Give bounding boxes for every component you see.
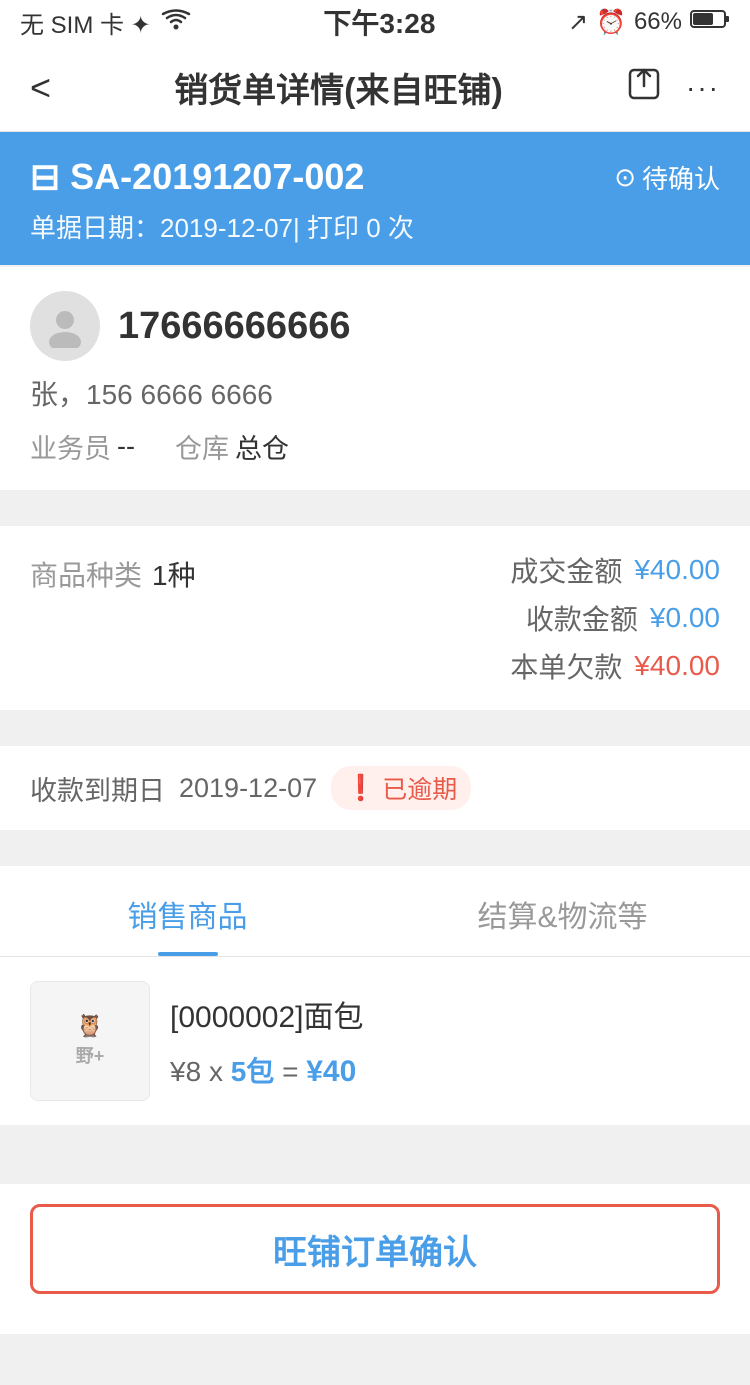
divider-3 xyxy=(0,830,750,848)
deal-amount-row: 成交金额 ¥40.00 xyxy=(510,550,720,590)
salesperson-label: 业务员 xyxy=(30,427,111,466)
status-bar: 无 SIM 卡 ✦ 下午3:28 ↗ ⏰ 66% xyxy=(0,0,750,44)
balance-label: 本单欠款 xyxy=(510,646,622,686)
nav-right: ··· xyxy=(626,66,720,109)
type-label: 商品种类 xyxy=(30,554,142,594)
product-type-field: 商品种类 1种 xyxy=(30,550,196,594)
equals-sign: = xyxy=(282,1056,306,1087)
product-item: 🦉 野+ [0000002]面包 ¥8 x 5包 = ¥40 xyxy=(0,957,750,1125)
quantity: 5包 xyxy=(231,1056,275,1087)
more-button[interactable]: ··· xyxy=(686,72,720,104)
thumb-text: 野+ xyxy=(76,1046,105,1066)
product-info: [0000002]面包 ¥8 x 5包 = ¥40 xyxy=(170,992,720,1090)
time-display: 下午3:28 xyxy=(323,2,435,42)
payment-amount-row: 收款金额 ¥0.00 xyxy=(526,598,720,638)
overdue-icon: ❗ xyxy=(345,774,376,803)
back-button[interactable]: < xyxy=(30,67,51,109)
product-price-row: ¥8 x 5包 = ¥40 xyxy=(170,1050,720,1090)
summary-section: 商品种类 1种 成交金额 ¥40.00 收款金额 ¥0.00 本单欠款 ¥40.… xyxy=(0,526,750,710)
overdue-badge: ❗ 已逾期 xyxy=(331,766,471,810)
thumb-icon: 🦉 xyxy=(76,1013,103,1038)
total-price: ¥40 xyxy=(306,1055,356,1088)
status-left: 无 SIM 卡 ✦ xyxy=(20,5,191,40)
battery-icon xyxy=(690,8,730,37)
multiply-icon: x xyxy=(209,1056,231,1087)
product-name: [0000002]面包 xyxy=(170,992,720,1036)
location-icon: ↗ xyxy=(568,8,588,37)
customer-row: 17666666666 xyxy=(30,291,720,361)
due-section: 收款到期日 2019-12-07 ❗ 已逾期 xyxy=(0,746,750,830)
warehouse-field: 仓库 总仓 xyxy=(175,427,289,466)
tabs-header: 销售商品 结算&物流等 xyxy=(0,866,750,957)
order-banner: ⊟ SA-20191207-002 ⊙ 待确认 单据日期：2019-12-07|… xyxy=(0,132,750,265)
bottom-bar: 旺铺订单确认 xyxy=(0,1184,750,1334)
nav-left: < xyxy=(30,67,51,109)
type-value: 1种 xyxy=(152,554,196,594)
status-right: ↗ ⏰ 66% xyxy=(568,8,730,37)
due-label: 收款到期日 xyxy=(30,769,165,808)
product-thumbnail: 🦉 野+ xyxy=(30,981,150,1101)
tab-sales-products[interactable]: 销售商品 xyxy=(0,866,375,956)
payment-value: ¥0.00 xyxy=(650,602,720,634)
no-sim-label: 无 SIM 卡 ✦ xyxy=(20,5,151,40)
alarm-icon: ⏰ xyxy=(596,8,626,37)
balance-amount-row: 本单欠款 ¥40.00 xyxy=(510,646,720,686)
tab-settlement[interactable]: 结算&物流等 xyxy=(375,866,750,956)
unit-price: ¥8 xyxy=(170,1056,201,1087)
order-id: ⊟ SA-20191207-002 xyxy=(30,156,364,198)
deal-value: ¥40.00 xyxy=(634,554,720,586)
order-status: ⊙ 待确认 xyxy=(614,159,720,196)
deal-label: 成交金额 xyxy=(510,550,622,590)
salesperson-value: -- xyxy=(117,431,135,462)
amount-fields: 成交金额 ¥40.00 收款金额 ¥0.00 本单欠款 ¥40.00 xyxy=(510,550,720,686)
nav-title: 销货单详情(来自旺铺) xyxy=(174,63,503,112)
tabs-section: 销售商品 结算&物流等 🦉 野+ [0000002]面包 ¥8 x 5包 = ¥… xyxy=(0,866,750,1125)
summary-row: 商品种类 1种 成交金额 ¥40.00 收款金额 ¥0.00 本单欠款 ¥40.… xyxy=(30,550,720,686)
avatar xyxy=(30,291,100,361)
wifi-icon xyxy=(161,8,191,37)
clock-icon: ⊙ xyxy=(614,162,636,193)
divider-2 xyxy=(0,710,750,728)
banner-top: ⊟ SA-20191207-002 ⊙ 待确认 xyxy=(30,156,720,198)
battery-label: 66% xyxy=(634,8,682,36)
nav-bar: < 销货单详情(来自旺铺) ··· xyxy=(0,44,750,132)
customer-meta: 业务员 -- 仓库 总仓 xyxy=(30,427,720,466)
divider-1 xyxy=(0,490,750,508)
order-icon: ⊟ xyxy=(30,156,60,198)
customer-section: 17666666666 张，156 6666 6666 业务员 -- 仓库 总仓 xyxy=(0,267,750,490)
customer-name: 张，156 6666 6666 xyxy=(30,373,720,413)
overdue-text: 已逾期 xyxy=(382,770,457,806)
balance-value: ¥40.00 xyxy=(634,650,720,682)
warehouse-label: 仓库 xyxy=(175,427,229,466)
due-date: 2019-12-07 xyxy=(179,773,317,804)
salesperson-field: 业务员 -- xyxy=(30,427,135,466)
customer-phone: 17666666666 xyxy=(118,305,350,348)
warehouse-value: 总仓 xyxy=(235,427,289,466)
confirm-button[interactable]: 旺铺订单确认 xyxy=(30,1204,720,1294)
payment-label: 收款金额 xyxy=(526,598,638,638)
share-button[interactable] xyxy=(626,66,662,109)
banner-date: 单据日期：2019-12-07| 打印 0 次 xyxy=(30,208,720,245)
